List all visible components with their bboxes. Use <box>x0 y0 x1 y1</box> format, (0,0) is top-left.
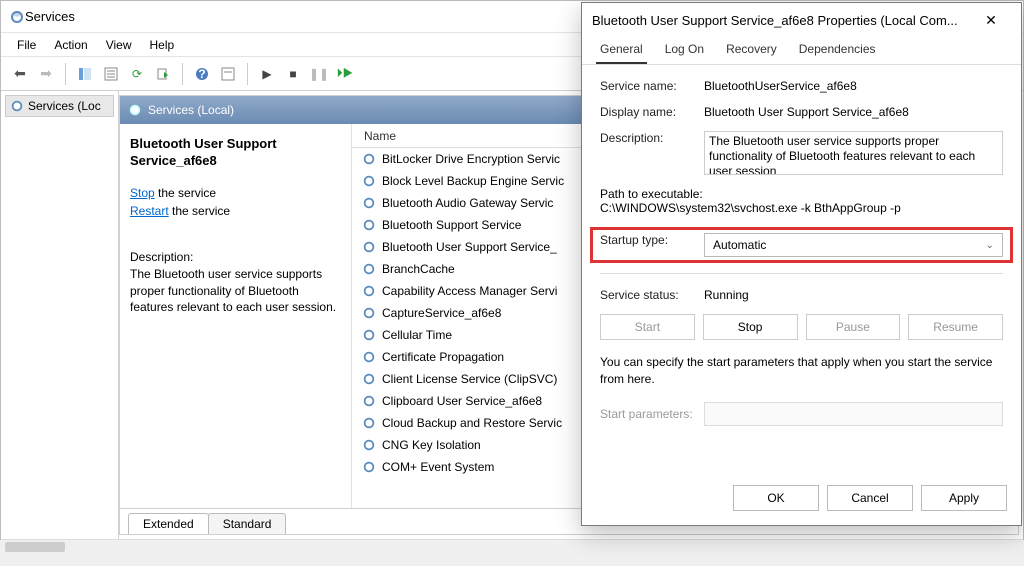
pause-button[interactable]: Pause <box>806 314 901 340</box>
label-service-name: Service name: <box>600 79 704 93</box>
gear-icon <box>362 438 376 452</box>
tab-logon[interactable]: Log On <box>661 36 708 64</box>
stop-link[interactable]: Stop <box>130 186 155 200</box>
value-path: C:\WINDOWS\system32\svchost.exe -k BthAp… <box>600 201 1003 215</box>
tab-recovery[interactable]: Recovery <box>722 36 781 64</box>
show-hide-tree-button[interactable] <box>74 63 96 85</box>
chevron-down-icon: ⌄ <box>986 240 994 251</box>
gear-icon <box>362 174 376 188</box>
properties-button[interactable] <box>100 63 122 85</box>
start-params-hint: You can specify the start parameters tha… <box>600 354 1003 388</box>
services-icon <box>9 9 25 25</box>
selected-service-title: Bluetooth User Support Service_af6e8 <box>130 136 341 170</box>
menu-action[interactable]: Action <box>54 38 87 52</box>
service-name: Cloud Backup and Restore Servic <box>382 416 562 430</box>
startup-type-highlight: Startup type: Automatic ⌄ <box>600 227 1003 263</box>
gear-icon <box>362 152 376 166</box>
nav-services-local[interactable]: Services (Loc <box>5 95 114 117</box>
service-name: Capability Access Manager Servi <box>382 284 557 298</box>
nav-pane: Services (Loc <box>1 91 119 539</box>
start-params-input <box>704 402 1003 426</box>
tab-standard[interactable]: Standard <box>208 513 287 534</box>
service-name: CaptureService_af6e8 <box>382 306 501 320</box>
value-service-status: Running <box>704 288 1003 302</box>
gear-icon <box>362 240 376 254</box>
start-service-button[interactable]: ▶ <box>256 63 278 85</box>
tab-general[interactable]: General <box>596 36 647 64</box>
ok-button[interactable]: OK <box>733 485 819 511</box>
horizontal-scrollbar[interactable] <box>1 539 1023 555</box>
service-name: Client License Service (ClipSVC) <box>382 372 557 386</box>
service-name: Bluetooth User Support Service_ <box>382 240 557 254</box>
gear-icon <box>362 350 376 364</box>
startup-type-select[interactable]: Automatic ⌄ <box>704 233 1003 257</box>
service-name: Bluetooth Audio Gateway Servic <box>382 196 553 210</box>
label-start-params: Start parameters: <box>600 407 704 421</box>
restart-service-button[interactable]: ⏵▶ <box>334 63 356 85</box>
tab-extended[interactable]: Extended <box>128 513 209 534</box>
description-label: Description: <box>130 250 341 264</box>
svg-text:?: ? <box>198 67 205 81</box>
gear-icon <box>362 416 376 430</box>
pause-service-button[interactable]: ❚❚ <box>308 63 330 85</box>
back-button[interactable]: ⬅ <box>9 63 31 85</box>
service-name: Block Level Backup Engine Servic <box>382 174 564 188</box>
menu-file[interactable]: File <box>17 38 36 52</box>
nav-label: Services (Loc <box>28 99 101 113</box>
gear-icon <box>362 460 376 474</box>
service-name: Cellular Time <box>382 328 452 342</box>
gear-icon <box>362 328 376 342</box>
help-button[interactable]: ? <box>191 63 213 85</box>
gear-icon <box>362 394 376 408</box>
properties-dialog: Bluetooth User Support Service_af6e8 Pro… <box>581 2 1022 526</box>
service-name: COM+ Event System <box>382 460 494 474</box>
dialog-titlebar: Bluetooth User Support Service_af6e8 Pro… <box>582 3 1021 37</box>
content-header-text: Services (Local) <box>148 103 234 117</box>
service-name: Certificate Propagation <box>382 350 504 364</box>
refresh-button[interactable]: ⟳ <box>126 63 148 85</box>
label-display-name: Display name: <box>600 105 704 119</box>
startup-type-value: Automatic <box>713 238 766 252</box>
service-name: BranchCache <box>382 262 455 276</box>
detail-panel: Bluetooth User Support Service_af6e8 Sto… <box>120 124 352 508</box>
label-description: Description: <box>600 131 704 145</box>
cancel-button[interactable]: Cancel <box>827 485 913 511</box>
dialog-title: Bluetooth User Support Service_af6e8 Pro… <box>592 13 971 28</box>
gear-icon <box>10 99 24 113</box>
menu-view[interactable]: View <box>106 38 132 52</box>
gear-icon <box>128 103 142 117</box>
description-textbox[interactable]: The Bluetooth user service supports prop… <box>704 131 1003 175</box>
service-name: BitLocker Drive Encryption Servic <box>382 152 560 166</box>
label-startup-type: Startup type: <box>600 233 704 247</box>
gear-icon <box>362 262 376 276</box>
label-service-status: Service status: <box>600 288 704 302</box>
service-name: CNG Key Isolation <box>382 438 481 452</box>
gear-icon <box>362 372 376 386</box>
description-text: The Bluetooth user service supports prop… <box>130 266 341 316</box>
label-path: Path to executable: <box>600 187 1003 201</box>
window-title: Services <box>25 9 75 24</box>
value-service-name: BluetoothUserService_af6e8 <box>704 79 1003 93</box>
stop-service-button[interactable]: ■ <box>282 63 304 85</box>
stop-button[interactable]: Stop <box>703 314 798 340</box>
gear-icon <box>362 284 376 298</box>
service-name: Clipboard User Service_af6e8 <box>382 394 542 408</box>
resume-button[interactable]: Resume <box>908 314 1003 340</box>
menu-help[interactable]: Help <box>150 38 175 52</box>
tab-dependencies[interactable]: Dependencies <box>795 36 880 64</box>
gear-icon <box>362 196 376 210</box>
forward-button[interactable]: ➡ <box>35 63 57 85</box>
apply-button[interactable]: Apply <box>921 485 1007 511</box>
start-button[interactable]: Start <box>600 314 695 340</box>
gear-icon <box>362 218 376 232</box>
value-display-name: Bluetooth User Support Service_af6e8 <box>704 105 1003 119</box>
restart-link[interactable]: Restart <box>130 204 169 218</box>
close-button[interactable]: ✕ <box>971 5 1011 35</box>
dialog-tabs: General Log On Recovery Dependencies <box>582 37 1021 65</box>
gear-icon <box>362 306 376 320</box>
export-button[interactable] <box>152 63 174 85</box>
service-name: Bluetooth Support Service <box>382 218 521 232</box>
toolbar-props2-button[interactable] <box>217 63 239 85</box>
